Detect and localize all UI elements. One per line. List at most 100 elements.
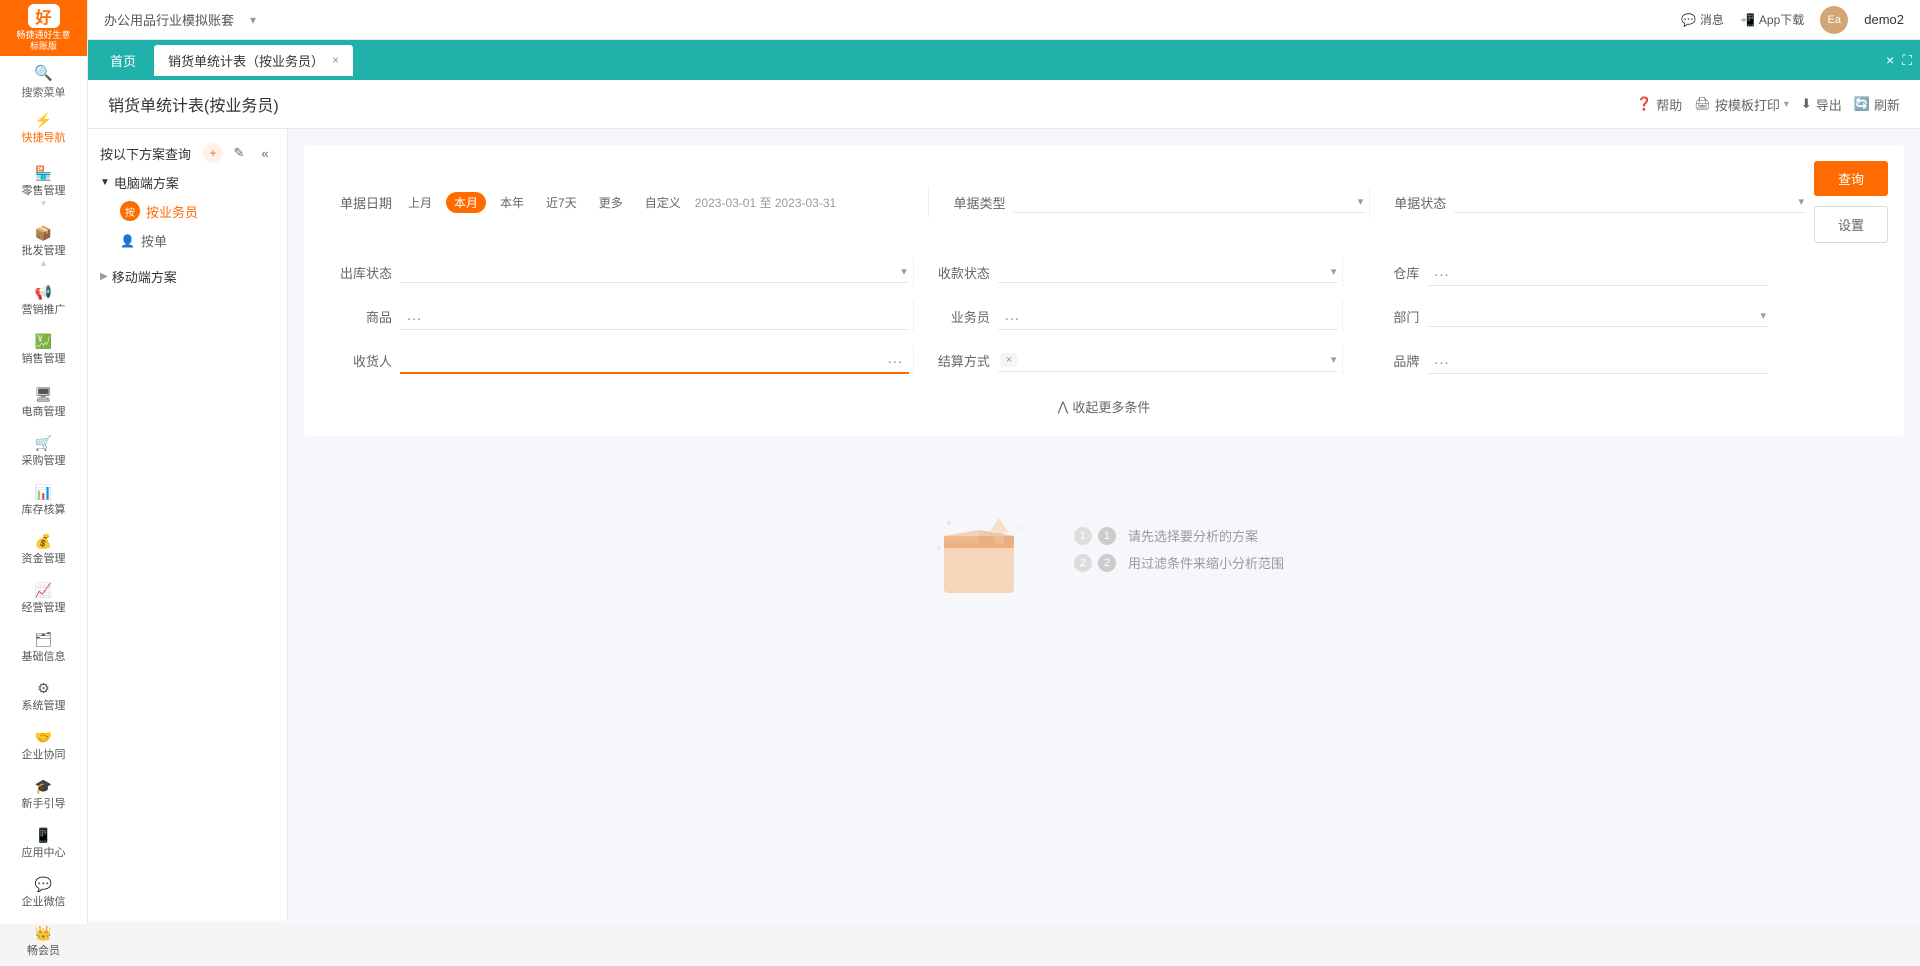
sidebar-item-enterprise[interactable]: 🤝 企业协同 (18, 721, 70, 770)
brand-control[interactable]: … (1427, 347, 1768, 374)
sidebar-item-system[interactable]: ⚙ 系统管理 (18, 672, 70, 721)
content-area: 销货单统计表(按业务员) ❓ 帮助 🖨 按模板打印 ▾ ⬇ 导出 🔄 刷新 (88, 80, 1920, 924)
settle-tag-close[interactable]: × (1006, 354, 1012, 366)
finance-label: 资金管理 (22, 550, 66, 566)
empty-illustration (924, 508, 1034, 598)
edit-scheme-button[interactable]: ✎ (229, 143, 249, 163)
topbar-dropdown-arrow[interactable]: ▾ (250, 13, 256, 27)
query-button[interactable]: 查询 (1814, 161, 1888, 196)
salesman-dots[interactable]: … (1000, 307, 1024, 325)
retail-icon: 🏪 (35, 165, 52, 182)
app-download-button[interactable]: 📲 App下载 (1740, 11, 1804, 28)
refresh-button[interactable]: 🔄 刷新 (1854, 95, 1900, 114)
mobile-scheme-group-title[interactable]: ▶ 移动端方案 (96, 263, 279, 290)
receiver-dots[interactable]: … (883, 350, 907, 368)
sidebar-item-purchase[interactable]: 🛒 采购管理 (18, 427, 70, 476)
date-tab-this-year[interactable]: 本年 (492, 192, 532, 213)
date-tab-more[interactable]: 更多 (591, 192, 631, 213)
sidebar-item-marketing[interactable]: 📢 营销推广 (18, 276, 70, 325)
mobile-scheme-label: 移动端方案 (112, 267, 177, 286)
print-button[interactable]: 🖨 按模板打印 ▾ (1694, 95, 1789, 114)
sidebar-item-ecommerce[interactable]: 🖥 电商管理 (18, 378, 70, 427)
settle-control[interactable]: × ▾ (998, 349, 1339, 372)
tab-sales-stat[interactable]: 销货单统计表（按业务员） × (154, 45, 353, 76)
export-button[interactable]: ⬇ 导出 (1801, 95, 1842, 114)
sidebar-item-member[interactable]: 👑 畅会员 (23, 917, 64, 966)
sidebar-quick-nav[interactable]: ⚡ 快捷导航 (18, 104, 70, 153)
filter-row-3: 商品 … 业务员 … (320, 301, 1888, 331)
wholesale-icon: 📦 (35, 225, 52, 242)
print-icon: 🖨 (1694, 96, 1711, 112)
add-scheme-button[interactable]: + (203, 143, 223, 163)
enterprise-icon: 🤝 (35, 729, 52, 746)
sidebar-item-operations[interactable]: 📈 经营管理 (18, 574, 70, 623)
retail-label: 零售管理 (22, 182, 66, 198)
user-avatar[interactable]: Ea (1820, 6, 1848, 34)
date-label: 单据日期 (320, 193, 400, 212)
pc-scheme-group-title[interactable]: ▼ 电脑端方案 (96, 169, 279, 196)
sidebar: 好 畅捷通好生意 标账版 🔍 搜索菜单 ⚡ 快捷导航 🏪 零售管理 ▾ 📦 批发… (0, 0, 88, 924)
date-field: 单据日期 上月 本月 本年 近7天 更多 自定义 2023-03-01 至 20… (320, 192, 924, 213)
sidebar-item-basics[interactable]: 🗂 基础信息 (18, 623, 70, 672)
sidebar-item-sales[interactable]: 💹 销售管理 (18, 325, 70, 374)
retail-arrow: ▾ (41, 198, 46, 209)
tab-close-all-button[interactable]: × (1886, 52, 1894, 69)
marketing-label: 营销推广 (22, 301, 66, 317)
tab-home[interactable]: 首页 (96, 45, 150, 76)
goods-control[interactable]: … (400, 303, 909, 330)
sidebar-item-wechat[interactable]: 💬 企业微信 (18, 868, 70, 917)
doc-status-control[interactable]: ▾ (1454, 191, 1806, 213)
refresh-label: 刷新 (1874, 95, 1900, 114)
doc-status-arrow: ▾ (1798, 195, 1804, 208)
collapse-button[interactable]: ⋀ 收起更多条件 (1058, 397, 1151, 416)
settle-tag: × (1000, 353, 1018, 367)
wholesale-arrow: ▲ (39, 258, 48, 268)
username-label[interactable]: demo2 (1864, 12, 1904, 27)
out-status-control[interactable]: ▾ (400, 261, 909, 283)
settle-label: 结算方式 (918, 351, 998, 370)
sidebar-item-newuser[interactable]: 🎓 新手引导 (18, 770, 70, 819)
warehouse-control[interactable]: … (1427, 259, 1768, 286)
sidebar-item-retail[interactable]: 🏪 零售管理 ▾ (18, 157, 70, 217)
date-tab-custom[interactable]: 自定义 (637, 192, 689, 213)
date-tab-this-month[interactable]: 本月 (446, 192, 486, 213)
collapse-panel-button[interactable]: « (255, 143, 275, 163)
sales-icon: 💹 (35, 333, 52, 350)
sidebar-search-label: 搜索菜单 (22, 84, 66, 100)
sidebar-search[interactable]: 🔍 搜索菜单 (18, 56, 70, 104)
collect-status-control[interactable]: ▾ (998, 261, 1339, 283)
page-actions: ❓ 帮助 🖨 按模板打印 ▾ ⬇ 导出 🔄 刷新 (1636, 95, 1900, 114)
wechat-icon: 💬 (35, 876, 52, 893)
warehouse-dots[interactable]: … (1429, 263, 1453, 281)
sidebar-item-wholesale[interactable]: 📦 批发管理 ▲ (18, 217, 70, 276)
sidebar-item-finance[interactable]: 💰 资金管理 (18, 525, 70, 574)
filter-row-1: 单据日期 上月 本月 本年 近7天 更多 自定义 2023-03-01 至 20… (320, 161, 1888, 243)
dept-control[interactable]: ▾ (1427, 305, 1768, 327)
help-button[interactable]: ❓ 帮助 (1636, 95, 1682, 114)
sidebar-item-inventory[interactable]: 📊 库存核算 (18, 476, 70, 525)
date-tab-last-month[interactable]: 上月 (400, 192, 440, 213)
date-tab-7days[interactable]: 近7天 (538, 192, 585, 213)
topbar: 办公用品行业模拟账套 ▾ 💬 消息 📲 App下载 Ea demo2 (88, 0, 1920, 40)
receiver-input[interactable] (402, 352, 883, 367)
brand-dots[interactable]: … (1429, 351, 1453, 369)
wechat-label: 企业微信 (22, 893, 66, 909)
export-icon: ⬇ (1801, 96, 1812, 112)
salesman-control[interactable]: … (998, 303, 1339, 330)
empty-text: 1 请先选择要分析的方案 2 用过滤条件来缩小分析范围 (1074, 526, 1284, 580)
purchase-label: 采购管理 (22, 452, 66, 468)
receiver-control[interactable]: … (400, 346, 909, 374)
tab-close-button[interactable]: × (332, 53, 339, 67)
pc-scheme-label: 电脑端方案 (114, 173, 179, 192)
goods-field: 商品 … (320, 303, 909, 330)
enterprise-label: 企业协同 (22, 746, 66, 762)
quick-nav-label: 快捷导航 (22, 129, 66, 145)
goods-dots[interactable]: … (402, 307, 426, 325)
scheme-item-salesperson[interactable]: 按 按业务员 (96, 196, 279, 226)
app-download-label: App下载 (1759, 11, 1804, 28)
setting-button[interactable]: 设置 (1814, 206, 1888, 243)
tab-fullscreen-button[interactable]: ⛶ (1902, 52, 1912, 69)
sub-item-by-doc[interactable]: 👤 按单 (96, 226, 279, 255)
sidebar-item-appcenter[interactable]: 📱 应用中心 (18, 819, 70, 868)
message-button[interactable]: 💬 消息 (1681, 11, 1724, 28)
